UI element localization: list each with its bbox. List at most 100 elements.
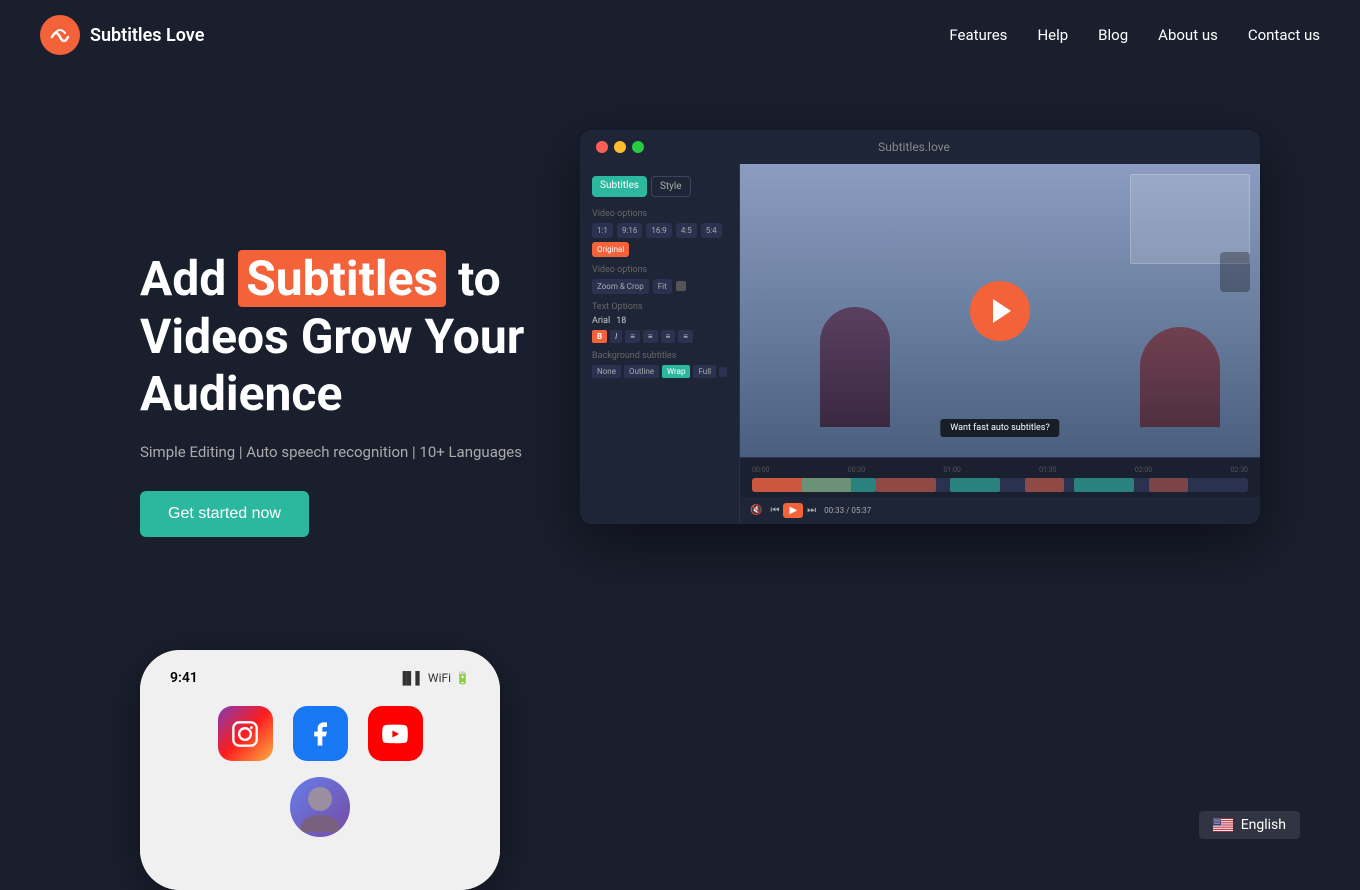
hero-section: Add Subtitles toVideos Grow YourAudience… bbox=[0, 70, 1360, 630]
ratio-4-5[interactable]: 4:5 bbox=[676, 223, 697, 238]
text-options-label: Text Options bbox=[592, 302, 727, 312]
timeline-ruler: 00:00 00:30 01:00 01:30 02:00 02:30 bbox=[752, 466, 1248, 474]
play-button[interactable] bbox=[970, 281, 1030, 341]
window-body: Subtitles Style Video options 1:1 9:16 1… bbox=[580, 164, 1260, 524]
window-traffic-lights bbox=[596, 141, 644, 153]
title-highlight: Subtitles bbox=[238, 250, 446, 307]
battery-icon: 🔋 bbox=[455, 671, 470, 685]
bg-outline-btn[interactable]: Outline bbox=[624, 365, 659, 378]
align-right-btn[interactable]: ≡ bbox=[661, 330, 676, 343]
bg-color-swatch[interactable] bbox=[719, 367, 727, 377]
fit-color-swatch[interactable] bbox=[676, 281, 686, 291]
timeline-tracks bbox=[752, 478, 1248, 492]
fit-options: Zoom & Crop Fit bbox=[592, 279, 727, 294]
language-switcher[interactable]: English bbox=[1199, 811, 1300, 839]
nav-contact[interactable]: Contact us bbox=[1248, 26, 1320, 44]
font-size[interactable]: 18 bbox=[616, 316, 626, 326]
video-controls: 🔇 ⏮ ▶ ⏭ 00:33 / 05:37 bbox=[740, 497, 1260, 524]
bg-buttons: None Outline Wrap Full bbox=[592, 365, 727, 378]
phone-status-bar: 9:41 ▐▌▌ WiFi 🔋 bbox=[170, 670, 470, 686]
maximize-dot[interactable] bbox=[632, 141, 644, 153]
app-window: Subtitles.love Subtitles Style Video opt… bbox=[580, 130, 1260, 524]
logo-text: Subtitles Love bbox=[90, 25, 204, 46]
logo-icon bbox=[40, 15, 80, 55]
font-selector-row: Arial 18 bbox=[592, 316, 727, 326]
video-options-label: Video options bbox=[592, 209, 727, 219]
app-mockup: Subtitles.love Subtitles Style Video opt… bbox=[580, 130, 1320, 550]
transport-controls: ⏮ ▶ ⏭ bbox=[770, 503, 816, 518]
ratio-1-1[interactable]: 1:1 bbox=[592, 223, 613, 238]
bold-btn[interactable]: B bbox=[592, 330, 607, 343]
bg-wrap-btn[interactable]: Wrap bbox=[662, 365, 690, 378]
ruler-200: 02:00 bbox=[1135, 466, 1152, 474]
video-options-label-2: Video options bbox=[592, 265, 727, 275]
align-justify-btn[interactable]: ≡ bbox=[678, 330, 693, 343]
close-dot[interactable] bbox=[596, 141, 608, 153]
ruler-0: 00:00 bbox=[752, 466, 769, 474]
nav-features[interactable]: Features bbox=[949, 26, 1007, 44]
italic-btn[interactable]: I bbox=[610, 330, 622, 343]
instagram-svg bbox=[231, 720, 259, 748]
hero-title: Add Subtitles toVideos Grow YourAudience bbox=[140, 250, 540, 423]
avatar-image bbox=[290, 777, 350, 837]
wifi-icon: WiFi bbox=[428, 671, 451, 685]
us-flag-icon bbox=[1213, 818, 1233, 832]
play-triangle-icon bbox=[993, 299, 1011, 323]
app-sidebar: Subtitles Style Video options 1:1 9:16 1… bbox=[580, 164, 740, 524]
play-pause-button[interactable]: ▶ bbox=[783, 503, 803, 518]
facebook-icon[interactable] bbox=[293, 706, 348, 761]
align-left-btn[interactable]: ≡ bbox=[625, 330, 640, 343]
youtube-svg bbox=[381, 720, 409, 748]
instagram-icon[interactable] bbox=[218, 706, 273, 761]
ratio-5-4[interactable]: 5:4 bbox=[701, 223, 722, 238]
track-1[interactable] bbox=[752, 478, 1248, 492]
ratio-9-16[interactable]: 9:16 bbox=[617, 223, 642, 238]
bg-full-btn[interactable]: Full bbox=[693, 365, 716, 378]
minimize-dot[interactable] bbox=[614, 141, 626, 153]
bg-none-btn[interactable]: None bbox=[592, 365, 621, 378]
next-button[interactable]: ⏭ bbox=[807, 503, 816, 518]
nav-about[interactable]: About us bbox=[1158, 26, 1218, 44]
get-started-button[interactable]: Get started now bbox=[140, 491, 309, 537]
ruler-100: 01:00 bbox=[943, 466, 960, 474]
signal-icon: ▐▌▌ bbox=[398, 671, 424, 685]
font-name[interactable]: Arial bbox=[592, 316, 610, 326]
subtitle-caption: Want fast auto subtitles? bbox=[940, 419, 1059, 437]
ratio-16-9[interactable]: 16:9 bbox=[646, 223, 671, 238]
ratio-original[interactable]: Original bbox=[592, 242, 629, 257]
nav-links: Features Help Blog About us Contact us bbox=[949, 26, 1320, 44]
align-center-btn[interactable]: ≡ bbox=[643, 330, 658, 343]
bg-subtitle-label: Background subtitles bbox=[592, 351, 727, 361]
subtitles-tab[interactable]: Subtitles bbox=[592, 176, 647, 197]
language-label: English bbox=[1241, 817, 1286, 833]
nav-help[interactable]: Help bbox=[1037, 26, 1068, 44]
prev-button[interactable]: ⏮ bbox=[770, 503, 779, 518]
font-controls: B I ≡ ≡ ≡ ≡ bbox=[592, 330, 727, 343]
phone-avatar bbox=[170, 777, 470, 837]
time-current: 00:33 / 05:37 bbox=[824, 506, 871, 515]
window-titlebar: Subtitles.love bbox=[580, 130, 1260, 164]
style-tab[interactable]: Style bbox=[651, 176, 691, 197]
navbar: Subtitles Love Features Help Blog About … bbox=[0, 0, 1360, 70]
phone-time: 9:41 bbox=[170, 670, 198, 686]
ratio-buttons: 1:1 9:16 16:9 4:5 5:4 Original bbox=[592, 223, 727, 257]
ruler-230: 02:30 bbox=[1231, 466, 1248, 474]
youtube-icon[interactable] bbox=[368, 706, 423, 761]
phone-status-icons: ▐▌▌ WiFi 🔋 bbox=[398, 671, 470, 685]
person-avatar-svg bbox=[290, 777, 350, 837]
video-preview: Want fast auto subtitles? 🔇 ⏮ ▶ ⏭ 00 bbox=[740, 164, 1260, 524]
title-prefix: Add bbox=[140, 250, 238, 307]
bottom-section: 9:41 ▐▌▌ WiFi 🔋 bbox=[0, 630, 1360, 890]
social-icons-row bbox=[170, 706, 470, 761]
hero-subtitle: Simple Editing | Auto speech recognition… bbox=[140, 443, 540, 461]
zoom-crop-btn[interactable]: Zoom & Crop bbox=[592, 279, 649, 294]
nav-blog[interactable]: Blog bbox=[1098, 26, 1128, 44]
phone-mockup: 9:41 ▐▌▌ WiFi 🔋 bbox=[140, 650, 500, 890]
phone-inner: 9:41 ▐▌▌ WiFi 🔋 bbox=[140, 650, 500, 890]
window-title: Subtitles.love bbox=[878, 140, 950, 154]
logo[interactable]: Subtitles Love bbox=[40, 15, 204, 55]
ruler-130: 01:30 bbox=[1039, 466, 1056, 474]
facebook-svg bbox=[306, 720, 334, 748]
fit-btn[interactable]: Fit bbox=[653, 279, 672, 294]
ruler-30: 00:30 bbox=[848, 466, 865, 474]
